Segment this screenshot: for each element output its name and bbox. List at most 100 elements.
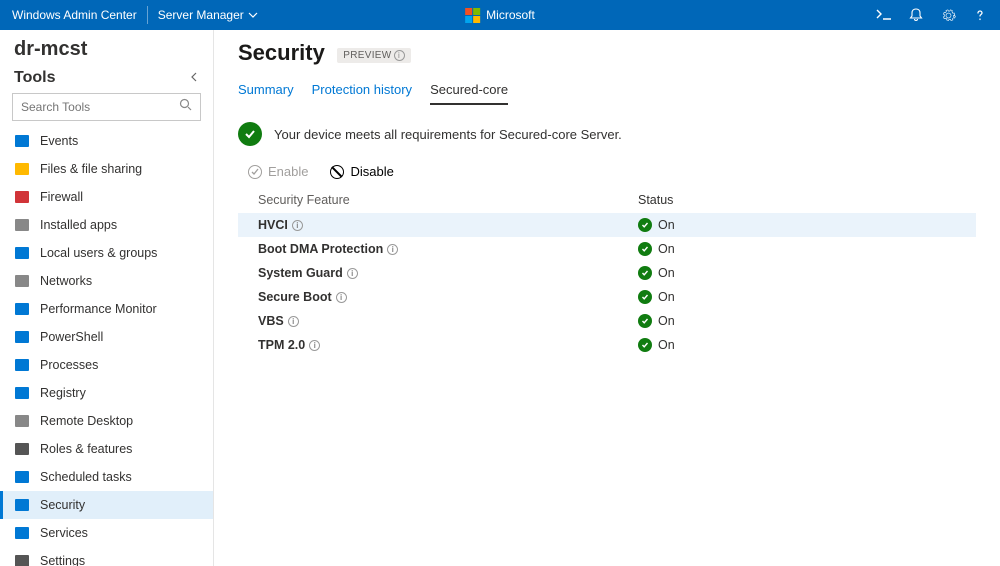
brand: Microsoft (465, 8, 535, 23)
feature-name: Secure Booti (258, 290, 638, 304)
disable-icon (330, 165, 344, 179)
cloud-shell-icon[interactable] (876, 7, 892, 23)
tool-label: Security (40, 498, 85, 512)
preview-badge-label: PREVIEW (343, 50, 391, 61)
tool-label: Networks (40, 274, 92, 288)
divider (147, 6, 148, 24)
info-icon[interactable]: i (292, 220, 303, 231)
search-icon (179, 98, 192, 116)
status-check-icon (638, 266, 652, 280)
table-row[interactable]: Secure BootiOn (238, 285, 976, 309)
tool-label: Remote Desktop (40, 414, 133, 428)
app-title[interactable]: Windows Admin Center (12, 8, 137, 22)
feature-status: On (638, 338, 675, 352)
help-icon[interactable] (972, 7, 988, 23)
tool-label: Services (40, 526, 88, 540)
context-dropdown[interactable]: Server Manager (158, 8, 258, 22)
status-check-icon (638, 290, 652, 304)
sidebar-item-remote-desktop[interactable]: Remote Desktop (0, 407, 213, 435)
disable-action[interactable]: Disable (330, 164, 393, 179)
sidebar-item-files-file-sharing[interactable]: Files & file sharing (0, 155, 213, 183)
sidebar-item-networks[interactable]: Networks (0, 267, 213, 295)
tool-label: Events (40, 134, 78, 148)
sidebar-item-local-users-groups[interactable]: Local users & groups (0, 239, 213, 267)
tool-icon (14, 189, 30, 205)
status-check-icon (638, 314, 652, 328)
tools-search[interactable] (12, 93, 201, 121)
tool-label: Firewall (40, 190, 83, 204)
sidebar-item-registry[interactable]: Registry (0, 379, 213, 407)
table-header: Security Feature Status (238, 187, 976, 213)
feature-status: On (638, 266, 675, 280)
feature-status: On (638, 314, 675, 328)
tool-icon (14, 385, 30, 401)
tool-icon (14, 469, 30, 485)
info-icon[interactable]: i (336, 292, 347, 303)
main-content: Security PREVIEWi SummaryProtection hist… (214, 30, 1000, 566)
tab-secured-core[interactable]: Secured-core (430, 78, 508, 105)
tool-icon (14, 301, 30, 317)
sidebar-item-installed-apps[interactable]: Installed apps (0, 211, 213, 239)
brand-label: Microsoft (486, 8, 535, 22)
sidebar-item-security[interactable]: Security (0, 491, 213, 519)
tabs: Summary Protection history Secured-core (238, 78, 976, 106)
disable-label: Disable (350, 164, 393, 179)
tab-protection-history[interactable]: Protection history (312, 78, 412, 105)
sidebar-item-events[interactable]: Events (0, 127, 213, 155)
table-row[interactable]: TPM 2.0iOn (238, 333, 976, 357)
sidebar-item-roles-features[interactable]: Roles & features (0, 435, 213, 463)
tool-label: Files & file sharing (40, 162, 142, 176)
feature-status: On (638, 218, 675, 232)
status-check-icon (638, 338, 652, 352)
top-bar: Windows Admin Center Server Manager Micr… (0, 0, 1000, 30)
sidebar-item-firewall[interactable]: Firewall (0, 183, 213, 211)
tab-summary[interactable]: Summary (238, 78, 294, 105)
info-icon[interactable]: i (309, 340, 320, 351)
table-row[interactable]: VBSiOn (238, 309, 976, 333)
col-feature-header[interactable]: Security Feature (258, 193, 638, 207)
status-check-icon (638, 242, 652, 256)
tool-label: Roles & features (40, 442, 132, 456)
notifications-icon[interactable] (908, 7, 924, 23)
tools-list[interactable]: Events Files & file sharing Firewall Instal… (0, 127, 213, 566)
col-status-header[interactable]: Status (638, 193, 673, 207)
tool-icon (14, 133, 30, 149)
features-table: Security Feature Status HVCIiOnBoot DMA … (238, 187, 976, 357)
settings-gear-icon[interactable] (940, 7, 956, 23)
feature-name: TPM 2.0i (258, 338, 638, 352)
active-indicator (0, 491, 3, 519)
table-row[interactable]: HVCIiOn (238, 213, 976, 237)
tool-icon (14, 497, 30, 513)
sidebar-item-scheduled-tasks[interactable]: Scheduled tasks (0, 463, 213, 491)
sidebar-item-performance-monitor[interactable]: Performance Monitor (0, 295, 213, 323)
tool-icon (14, 525, 30, 541)
info-icon[interactable]: i (387, 244, 398, 255)
tool-icon (14, 217, 30, 233)
info-icon[interactable]: i (288, 316, 299, 327)
sidebar-item-powershell[interactable]: PowerShell (0, 323, 213, 351)
tool-label: Processes (40, 358, 98, 372)
collapse-tools-icon[interactable] (189, 69, 199, 87)
enable-icon (248, 165, 262, 179)
server-name: dr-mcst (0, 30, 213, 65)
tools-search-input[interactable] (21, 100, 179, 114)
info-icon[interactable]: i (347, 268, 358, 279)
table-row[interactable]: System GuardiOn (238, 261, 976, 285)
status-check-icon (638, 218, 652, 232)
left-column: dr-mcst Tools EventsFiles & file sharing… (0, 30, 214, 566)
sidebar-item-services[interactable]: Services (0, 519, 213, 547)
tool-label: Settings (40, 554, 85, 566)
table-row[interactable]: Boot DMA ProtectioniOn (238, 237, 976, 261)
info-icon[interactable]: i (394, 50, 405, 61)
preview-badge: PREVIEWi (337, 48, 410, 63)
tool-icon (14, 357, 30, 373)
feature-name: HVCIi (258, 218, 638, 232)
sidebar-item-settings[interactable]: Settings (0, 547, 213, 566)
chevron-down-icon (248, 10, 258, 20)
tool-label: Installed apps (40, 218, 117, 232)
tool-label: Registry (40, 386, 86, 400)
feature-status: On (638, 290, 675, 304)
feature-name: System Guardi (258, 266, 638, 280)
sidebar-item-processes[interactable]: Processes (0, 351, 213, 379)
tool-icon (14, 413, 30, 429)
